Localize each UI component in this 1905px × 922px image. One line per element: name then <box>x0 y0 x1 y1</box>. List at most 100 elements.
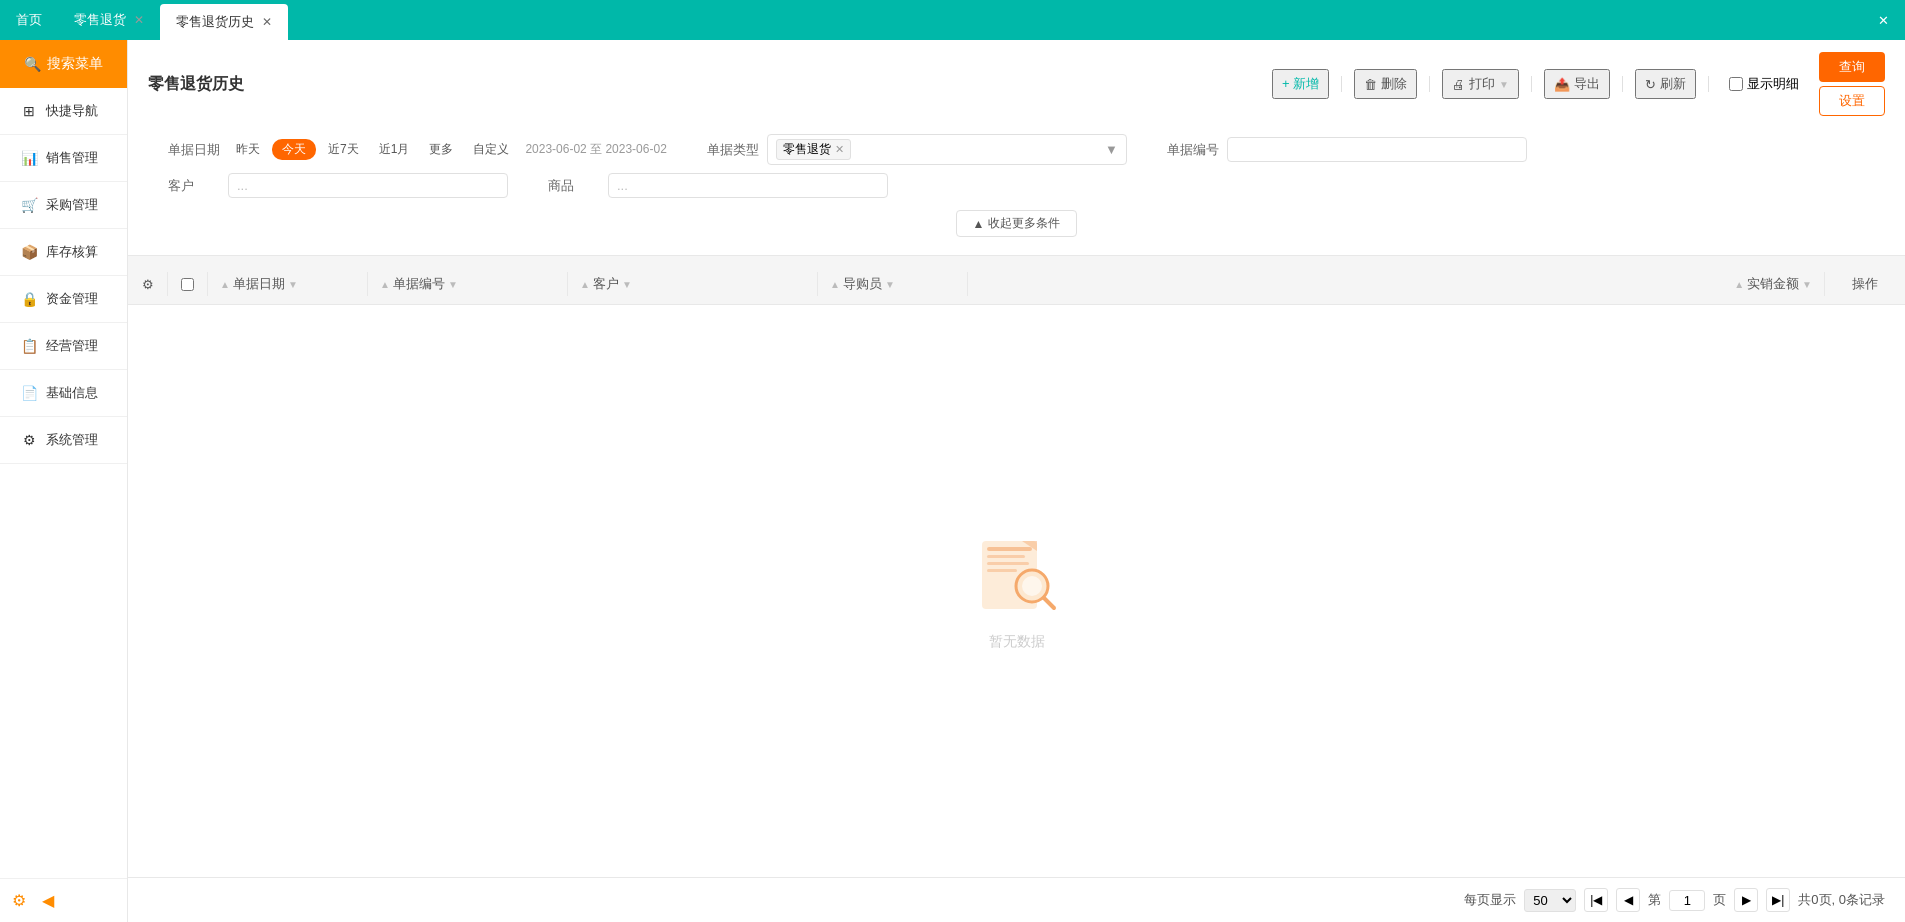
sort-down-icon-date: ▼ <box>288 279 298 290</box>
settings-bottom-icon[interactable]: ⚙ <box>12 891 26 910</box>
svg-rect-1 <box>987 547 1032 551</box>
sidebar-search[interactable]: 🔍 搜索菜单 <box>0 40 127 88</box>
export-icon: 📤 <box>1554 77 1570 92</box>
delete-icon: 🗑 <box>1364 77 1377 92</box>
collapse-row: ▲ 收起更多条件 <box>168 206 1865 245</box>
date-btn-today[interactable]: 今天 <box>272 139 316 160</box>
th-date[interactable]: ▲ 单据日期 ▼ <box>208 272 368 296</box>
show-detail-wrapper: 显示明细 <box>1729 75 1799 93</box>
collapse-button[interactable]: ▲ 收起更多条件 <box>956 210 1078 237</box>
search-icon: 🔍 <box>24 56 41 72</box>
delete-button[interactable]: 🗑 删除 <box>1354 69 1417 99</box>
sidebar: 🔍 搜索菜单 ⊞ 快捷导航 📊 销售管理 🛒 采购管理 📦 库存核算 🔒 资金管… <box>0 40 128 922</box>
th-customer[interactable]: ▲ 客户 ▼ <box>568 272 818 296</box>
operation-icon: 📋 <box>20 337 38 355</box>
date-btn-7days[interactable]: 近7天 <box>320 139 367 160</box>
collapse-sidebar-icon[interactable]: ◀ <box>42 891 54 910</box>
sidebar-item-sales[interactable]: 📊 销售管理 <box>0 135 127 182</box>
th-checkbox[interactable] <box>168 272 208 296</box>
toolbar-divider-2 <box>1429 76 1430 92</box>
svg-point-6 <box>1022 576 1042 596</box>
th-guide[interactable]: ▲ 导购员 ▼ <box>818 272 968 296</box>
bill-no-label: 单据编号 <box>1167 141 1227 159</box>
svg-rect-2 <box>987 555 1025 558</box>
settings-button[interactable]: 设置 <box>1819 86 1885 116</box>
print-dropdown-arrow: ▼ <box>1499 79 1509 90</box>
sidebar-item-basic[interactable]: 📄 基础信息 <box>0 370 127 417</box>
bill-type-tag-close[interactable]: ✕ <box>835 143 844 156</box>
date-range-display: 2023-06-02 至 2023-06-02 <box>525 141 666 158</box>
close-all-tabs[interactable]: ✕ <box>1878 13 1905 28</box>
toolbar-divider-1 <box>1341 76 1342 92</box>
sort-down-icon-customer: ▼ <box>622 279 632 290</box>
pagination-bar: 每页显示 50 10 20 100 |◀ ◀ 第 页 ▶ ▶| 共0页, 0条记… <box>128 877 1905 922</box>
customer-label: 客户 <box>168 177 228 195</box>
page-last-btn[interactable]: ▶| <box>1766 888 1790 912</box>
sidebar-item-operation[interactable]: 📋 经营管理 <box>0 323 127 370</box>
date-btn-1month[interactable]: 近1月 <box>371 139 418 160</box>
page-number-input[interactable] <box>1669 890 1705 911</box>
refresh-button[interactable]: ↻ 刷新 <box>1635 69 1696 99</box>
sort-up-icon-billno: ▲ <box>380 279 390 290</box>
th-billno[interactable]: ▲ 单据编号 ▼ <box>368 272 568 296</box>
tab-retail-return[interactable]: 零售退货 ✕ <box>58 0 160 40</box>
th-amount[interactable]: ▲ 实销金额 ▼ <box>968 272 1825 296</box>
query-button[interactable]: 查询 <box>1819 52 1885 82</box>
date-filters: 昨天 今天 近7天 近1月 更多 自定义 2023-06-02 至 2023-0… <box>228 139 667 160</box>
page-label: 第 <box>1648 891 1661 909</box>
bill-no-input[interactable] <box>1227 137 1527 162</box>
toolbar-divider-4 <box>1622 76 1623 92</box>
print-icon: 🖨 <box>1452 77 1465 92</box>
page-first-btn[interactable]: |◀ <box>1584 888 1608 912</box>
page-header: 零售退货历史 + 新增 🗑 删除 🖨 打印 ▼ <box>128 40 1905 256</box>
sidebar-item-purchase[interactable]: 🛒 采购管理 <box>0 182 127 229</box>
export-button[interactable]: 📤 导出 <box>1544 69 1610 99</box>
filter-area: 单据日期 昨天 今天 近7天 近1月 更多 自定义 2023-06-02 至 2… <box>148 124 1885 255</box>
goods-placeholder: ... <box>617 178 628 193</box>
customer-placeholder: ... <box>237 178 248 193</box>
goods-select[interactable]: ... <box>608 173 888 198</box>
date-btn-yesterday[interactable]: 昨天 <box>228 139 268 160</box>
page-title: 零售退货历史 <box>148 74 244 95</box>
page-next-btn[interactable]: ▶ <box>1734 888 1758 912</box>
goods-label: 商品 <box>548 177 608 195</box>
sidebar-item-quick-nav[interactable]: ⊞ 快捷导航 <box>0 88 127 135</box>
bill-type-select[interactable]: 零售退货 ✕ ▼ <box>767 134 1127 165</box>
sidebar-item-finance[interactable]: 🔒 资金管理 <box>0 276 127 323</box>
sidebar-item-inventory[interactable]: 📦 库存核算 <box>0 229 127 276</box>
show-detail-checkbox[interactable] <box>1729 77 1743 91</box>
customer-select[interactable]: ... <box>228 173 508 198</box>
close-tab-retail-return[interactable]: ✕ <box>134 13 144 27</box>
th-settings[interactable]: ⚙ <box>128 272 168 296</box>
sidebar-item-system[interactable]: ⚙ 系统管理 <box>0 417 127 464</box>
date-btn-custom[interactable]: 自定义 <box>465 139 517 160</box>
date-btn-more[interactable]: 更多 <box>421 139 461 160</box>
page-size-select[interactable]: 50 10 20 100 <box>1524 889 1576 912</box>
system-icon: ⚙ <box>20 431 38 449</box>
page-prev-btn[interactable]: ◀ <box>1616 888 1640 912</box>
bill-type-tag: 零售退货 ✕ <box>776 139 851 160</box>
svg-rect-4 <box>987 569 1017 572</box>
sales-icon: 📊 <box>20 149 38 167</box>
filter-row-2: 客户 ... 商品 ... <box>168 173 1865 198</box>
empty-state: 暂无数据 <box>128 305 1905 877</box>
sort-up-icon-date: ▲ <box>220 279 230 290</box>
bill-type-dropdown-arrow: ▼ <box>1105 142 1118 157</box>
tab-home[interactable]: 首页 <box>0 0 58 40</box>
table-header: ⚙ ▲ 单据日期 ▼ ▲ 单据编号 ▼ ▲ 客户 ▼ <box>128 264 1905 305</box>
select-all-checkbox[interactable] <box>181 278 194 291</box>
sidebar-bottom: ⚙ ◀ <box>0 878 127 922</box>
sort-down-icon-amount: ▼ <box>1802 279 1812 290</box>
basic-icon: 📄 <box>20 384 38 402</box>
page-unit: 页 <box>1713 891 1726 909</box>
filter-row-1: 单据日期 昨天 今天 近7天 近1月 更多 自定义 2023-06-02 至 2… <box>168 134 1865 165</box>
sort-up-icon-guide: ▲ <box>830 279 840 290</box>
close-tab-retail-return-history[interactable]: ✕ <box>262 15 272 29</box>
toolbar-divider-5 <box>1708 76 1709 92</box>
add-button[interactable]: + 新增 <box>1272 69 1329 99</box>
tab-retail-return-history[interactable]: 零售退货历史 ✕ <box>160 4 288 40</box>
sort-down-icon-billno: ▼ <box>448 279 458 290</box>
collapse-up-icon: ▲ <box>973 217 985 231</box>
refresh-icon: ↻ <box>1645 77 1656 92</box>
print-button[interactable]: 🖨 打印 ▼ <box>1442 69 1519 99</box>
